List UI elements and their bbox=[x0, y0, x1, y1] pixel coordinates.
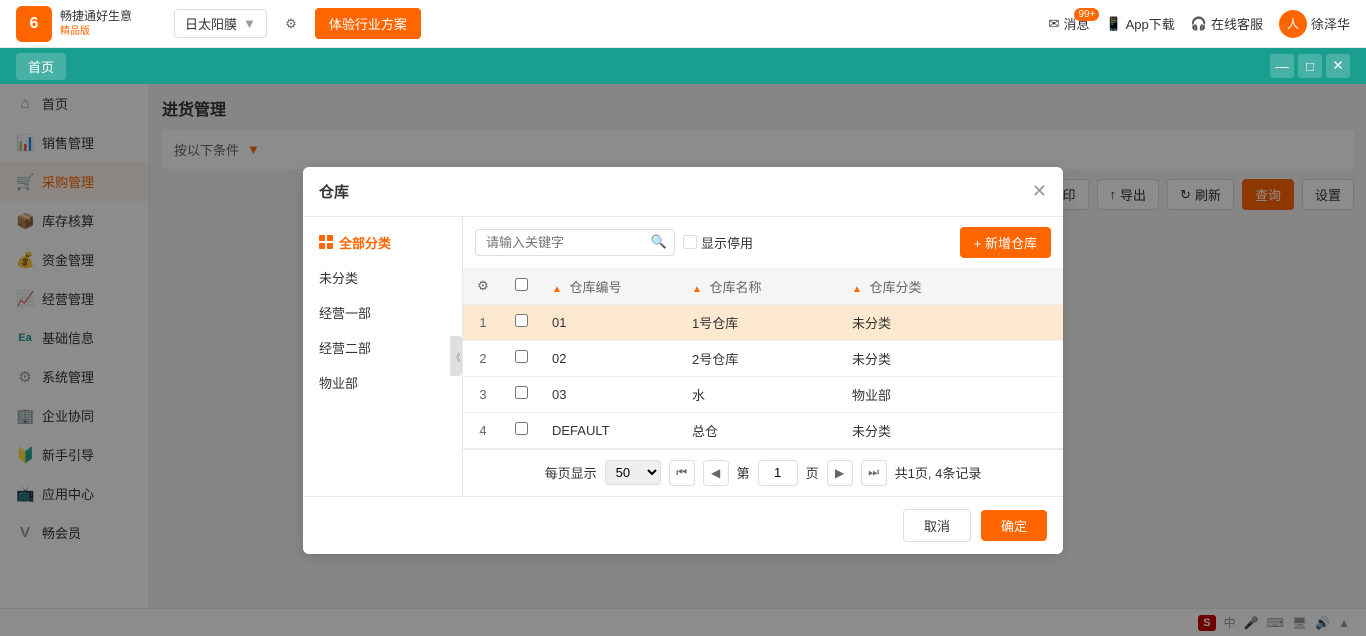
modal-header: 仓库 ✕ bbox=[303, 167, 1063, 217]
messages-badge: 99+ bbox=[1074, 8, 1099, 21]
checkbox-icon bbox=[683, 235, 697, 249]
maximize-button[interactable]: □ bbox=[1298, 54, 1322, 78]
close-window-button[interactable]: ✕ bbox=[1326, 54, 1350, 78]
warehouse-toolbar: 🔍 显示停用 + 新增仓库 bbox=[463, 217, 1063, 269]
store-selector[interactable]: 日太阳膜 ▼ bbox=[174, 9, 267, 38]
avatar: 人 bbox=[1279, 10, 1307, 38]
category-item-dept2[interactable]: 经营二部 bbox=[303, 330, 462, 365]
app-logo: 6 bbox=[16, 6, 52, 42]
search-icon[interactable]: 🔍 bbox=[651, 234, 667, 250]
add-warehouse-button[interactable]: + 新增仓库 bbox=[960, 227, 1051, 258]
app-download-button[interactable]: 📱 App下载 bbox=[1105, 14, 1174, 33]
table-row[interactable]: 2 02 2号仓库 未分类 bbox=[463, 340, 1063, 376]
table-row[interactable]: 3 03 水 物业部 bbox=[463, 376, 1063, 412]
table-row[interactable]: 1 01 1号仓库 未分类 bbox=[463, 304, 1063, 340]
search-input[interactable] bbox=[475, 229, 675, 256]
cancel-button[interactable]: 取消 bbox=[903, 509, 971, 542]
prev-page-button[interactable]: ◀ bbox=[703, 460, 729, 486]
category-item-dept1[interactable]: 经营一部 bbox=[303, 295, 462, 330]
minimize-button[interactable]: — bbox=[1270, 54, 1294, 78]
collapse-panel-button[interactable]: 《 bbox=[450, 336, 462, 376]
trial-button[interactable]: 体验行业方案 bbox=[315, 8, 421, 39]
sort-icon: ▲ bbox=[552, 284, 562, 295]
headset-icon: 🎧 bbox=[1191, 16, 1207, 32]
logo-area: 6 畅捷通好生意 精品版 bbox=[16, 6, 166, 42]
nav-item-home[interactable]: 首页 bbox=[16, 53, 66, 80]
row-checkbox-1[interactable] bbox=[515, 314, 528, 327]
sort-name-icon: ▲ bbox=[692, 284, 702, 295]
first-page-button[interactable]: ⏮ bbox=[669, 460, 695, 486]
next-page-button[interactable]: ▶ bbox=[827, 460, 853, 486]
table-header-row: ⚙ ▲ 仓库编号 ▲ bbox=[463, 269, 1063, 305]
messages-button[interactable]: ✉ 消息 99+ bbox=[1049, 14, 1090, 33]
modal-title: 仓库 bbox=[319, 181, 349, 202]
warehouse-content: 🔍 显示停用 + 新增仓库 ⚙ bbox=[463, 217, 1063, 496]
category-panel: 全部分类 未分类 经营一部 经营二部 物业部 《 bbox=[303, 217, 463, 496]
modal-close-button[interactable]: ✕ bbox=[1032, 182, 1047, 200]
pagination-bar: 每页显示 50 100 ⏮ ◀ 第 页 ▶ ⏭ 共1页, 4条记录 bbox=[463, 449, 1063, 496]
select-all-checkbox[interactable] bbox=[515, 278, 528, 291]
category-all[interactable]: 全部分类 bbox=[303, 225, 462, 260]
header-right: ✉ 消息 99+ 📱 App下载 🎧 在线客服 人 徐泽华 bbox=[1049, 10, 1350, 38]
modal-footer: 取消 确定 bbox=[303, 496, 1063, 554]
row-checkbox-4[interactable] bbox=[515, 422, 528, 435]
modal-body: 全部分类 未分类 经营一部 经营二部 物业部 《 🔍 bbox=[303, 217, 1063, 496]
chevron-down-icon: ▼ bbox=[243, 16, 256, 31]
modal-overlay: 仓库 ✕ 全部分类 未分类 经营一部 经营二部 物业部 《 bbox=[0, 84, 1366, 636]
nav-controls: — □ ✕ bbox=[1270, 54, 1350, 78]
table-row[interactable]: 4 DEFAULT 总仓 未分类 bbox=[463, 412, 1063, 448]
category-item-unclassified[interactable]: 未分类 bbox=[303, 260, 462, 295]
row-checkbox-2[interactable] bbox=[515, 350, 528, 363]
settings-col-icon: ⚙ bbox=[477, 278, 489, 293]
mobile-icon: 📱 bbox=[1105, 16, 1121, 32]
warehouse-modal: 仓库 ✕ 全部分类 未分类 经营一部 经营二部 物业部 《 bbox=[303, 167, 1063, 554]
warehouse-table: ⚙ ▲ 仓库编号 ▲ bbox=[463, 269, 1063, 449]
top-header: 6 畅捷通好生意 精品版 日太阳膜 ▼ ⚙ 体验行业方案 ✉ 消息 99+ 📱 … bbox=[0, 0, 1366, 48]
user-profile[interactable]: 人 徐泽华 bbox=[1279, 10, 1350, 38]
confirm-button[interactable]: 确定 bbox=[981, 510, 1047, 541]
show-disabled-checkbox[interactable]: 显示停用 bbox=[683, 233, 753, 252]
page-size-select[interactable]: 50 100 bbox=[605, 460, 661, 485]
last-page-button[interactable]: ⏭ bbox=[861, 460, 887, 486]
second-nav: 首页 — □ ✕ bbox=[0, 48, 1366, 84]
settings-button[interactable]: ⚙ bbox=[275, 8, 307, 40]
sort-cat-icon: ▲ bbox=[852, 284, 862, 295]
grid-icon bbox=[319, 235, 333, 249]
row-checkbox-3[interactable] bbox=[515, 386, 528, 399]
brand-text: 畅捷通好生意 精品版 bbox=[60, 9, 132, 38]
page-input[interactable] bbox=[758, 460, 798, 486]
online-service-button[interactable]: 🎧 在线客服 bbox=[1191, 14, 1263, 33]
search-wrap: 🔍 bbox=[475, 229, 675, 256]
message-icon: ✉ bbox=[1049, 16, 1060, 32]
category-item-property[interactable]: 物业部 bbox=[303, 365, 462, 400]
